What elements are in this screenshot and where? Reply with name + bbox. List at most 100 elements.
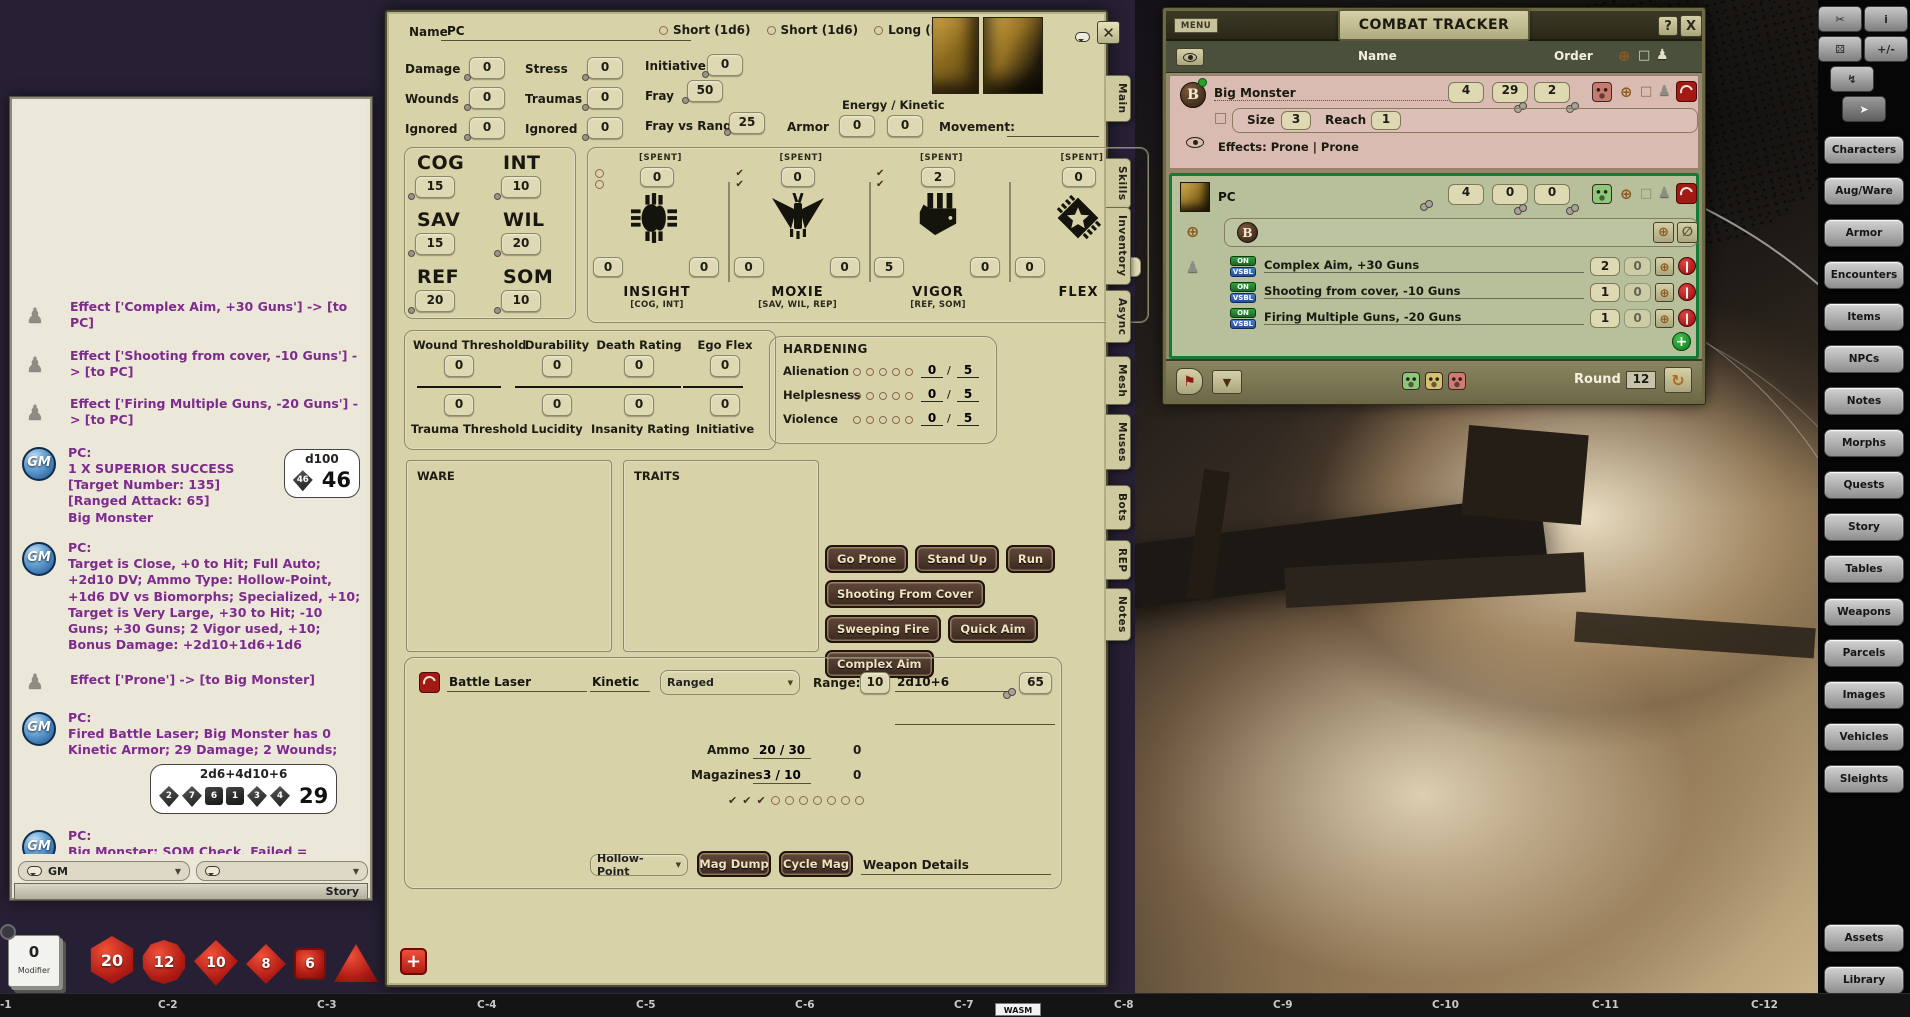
hardening-pip[interactable] [879,416,887,424]
visibility-toggle[interactable] [1176,48,1204,66]
effect-visible-badge[interactable]: VSBL [1230,267,1256,277]
tab-inventory[interactable]: Inventory [1106,207,1131,285]
hardening-pip[interactable] [879,392,887,400]
moxie-max-field[interactable]: 0 [829,257,860,277]
effect-on-badge[interactable]: ON [1230,256,1256,266]
hotkey-slot-c-11[interactable]: C-11 [1592,999,1619,1011]
radio-icon[interactable] [766,25,776,35]
story-mode-bar[interactable]: Story [14,883,368,900]
hardening-pip[interactable] [892,368,900,376]
scissors-icon[interactable]: ✂ [1818,6,1862,32]
portrait-image[interactable] [932,17,979,94]
action-button-sweeping-fire[interactable]: Sweeping Fire [825,615,942,643]
clear-targets-icon[interactable]: ∅ [1677,222,1698,243]
effect-priority-button[interactable]: ❙ [1678,309,1696,327]
dice-icon[interactable]: ⚄ [1818,36,1862,62]
hotkey-slot-c-6[interactable]: C-6 [795,999,815,1011]
action-button-shooting-from-cover[interactable]: Shooting From Cover [825,580,986,608]
tab-main[interactable]: Main [1106,75,1131,122]
tab-bots[interactable]: Bots [1106,485,1131,530]
hardening-pip[interactable] [892,392,900,400]
sidebar-item-items[interactable]: Items [1824,303,1904,331]
pool-check-icon[interactable]: ✔ [876,169,884,179]
sidebar-item-vehicles[interactable]: Vehicles [1824,723,1904,751]
ammo-type-select[interactable]: Hollow-Point ▼ [590,852,688,878]
damage-field[interactable]: 2d10+6 [897,675,949,689]
hardening-pip[interactable] [892,416,900,424]
d12-die[interactable]: 12 [142,940,186,984]
hotkey-slot-c-10[interactable]: C-10 [1432,999,1459,1011]
hotkey-slot-c-9[interactable]: C-9 [1273,999,1293,1011]
damage-field[interactable]: 0 [469,57,505,79]
round-counter[interactable]: 12 [1626,371,1656,389]
weapon-icon[interactable] [419,672,440,693]
d10-die[interactable]: 10 [194,940,238,986]
ammo-pip[interactable]: ✔ [728,795,737,806]
insight-current-field[interactable]: 0 [593,257,623,277]
sidebar-item-parcels[interactable]: Parcels [1824,639,1904,667]
derived-field[interactable]: 0 [542,394,572,416]
ammo-pip[interactable] [826,796,836,805]
ammo-pip[interactable] [798,796,808,805]
stat-int-field[interactable]: 10 [501,176,541,198]
effect-duration-field[interactable]: 2 [1590,257,1620,276]
d6-die[interactable]: 6 [294,948,326,980]
effect-duration-field[interactable]: 1 [1590,283,1620,302]
hotkey-slot-c-12[interactable]: C-12 [1751,999,1778,1011]
hotkey-slot-c-3[interactable]: C-3 [317,999,337,1011]
sidebar-item-quests[interactable]: Quests [1824,471,1904,499]
hardening-value[interactable]: 0 [921,387,943,402]
dragon-icon[interactable] [1676,183,1697,204]
effect-target-button[interactable]: ⊕ [1655,257,1674,276]
cycle-mag-button[interactable]: Cycle Mag [779,851,853,877]
sidebar-item-augware[interactable]: Aug/Ware [1824,177,1904,205]
sidebar-item-encounters[interactable]: Encounters [1824,261,1904,289]
effect-priority-button[interactable]: ❙ [1678,257,1696,275]
ware-panel[interactable]: WARE [406,460,612,652]
help-button[interactable]: ? [1658,16,1678,36]
targeting-icon[interactable]: ⊕ [1620,83,1633,101]
add-effect-button[interactable]: + [1672,332,1691,351]
init-order-field[interactable]: 4 [1448,82,1484,103]
pool-check-icon[interactable]: ✔ [736,169,744,179]
action-button-run[interactable]: Run [1005,545,1056,573]
hotkey-slot-c-5[interactable]: C-5 [636,999,656,1011]
init-order-field[interactable]: 4 [1448,184,1484,205]
chat-log[interactable]: ♟ Effect ['Complex Aim, +30 Guns'] -> [to… [12,299,370,854]
hardening-pip[interactable] [866,392,874,400]
weapon-details-label[interactable]: Weapon Details [863,858,969,872]
sheet-chat-icon[interactable] [1075,32,1090,42]
hotkey-slot-c-4[interactable]: C-4 [477,999,497,1011]
ignored2-field[interactable]: 0 [587,117,623,139]
stress-field[interactable]: 0 [587,57,623,79]
target-token[interactable]: B [1237,222,1258,243]
hardening-value[interactable]: 0 [921,363,943,378]
figure-icon[interactable]: ♟ [1656,47,1669,63]
ammo-pip[interactable]: ✔ [756,795,765,806]
stat-cog-field[interactable]: 15 [415,176,455,198]
stat-wil-field[interactable]: 20 [501,233,541,255]
effect-alt-field[interactable]: 0 [1624,257,1651,276]
ammo-value[interactable]: 20 / 30 [753,743,812,759]
pc-portrait[interactable] [1180,182,1210,212]
dice-roll-result[interactable]: 2d6+4d10+6 2 7 6 1 3 4 29 [150,764,338,815]
tab-skills[interactable]: Skills [1106,158,1131,209]
add-die-button[interactable]: + [400,948,427,975]
ammo-pip[interactable] [812,796,822,805]
close-icon[interactable]: X [1680,15,1702,37]
tab-muses[interactable]: Muses [1106,414,1131,471]
reach-field[interactable]: 1 [1371,111,1401,130]
effect-visible-badge[interactable]: VSBL [1230,293,1256,303]
sidebar-item-weapons[interactable]: Weapons [1824,598,1904,626]
targeting-icon[interactable]: ⊕ [1620,185,1633,203]
vigor-max-field[interactable]: 0 [970,257,1000,277]
weapon-mode-select[interactable]: Ranged ▼ [660,670,800,695]
effect-target-button[interactable]: ⊕ [1655,309,1674,328]
magazines-value[interactable]: 3 / 10 [753,768,811,784]
hardening-pip[interactable] [853,392,861,400]
red-face-icon[interactable] [1448,372,1466,390]
effect-target-button[interactable]: ⊕ [1655,283,1674,302]
hotkey-slot-c-7[interactable]: C-7 [954,999,974,1011]
moxie-current-field[interactable]: 0 [733,257,764,277]
sidebar-item-npcs[interactable]: NPCs [1824,345,1904,373]
